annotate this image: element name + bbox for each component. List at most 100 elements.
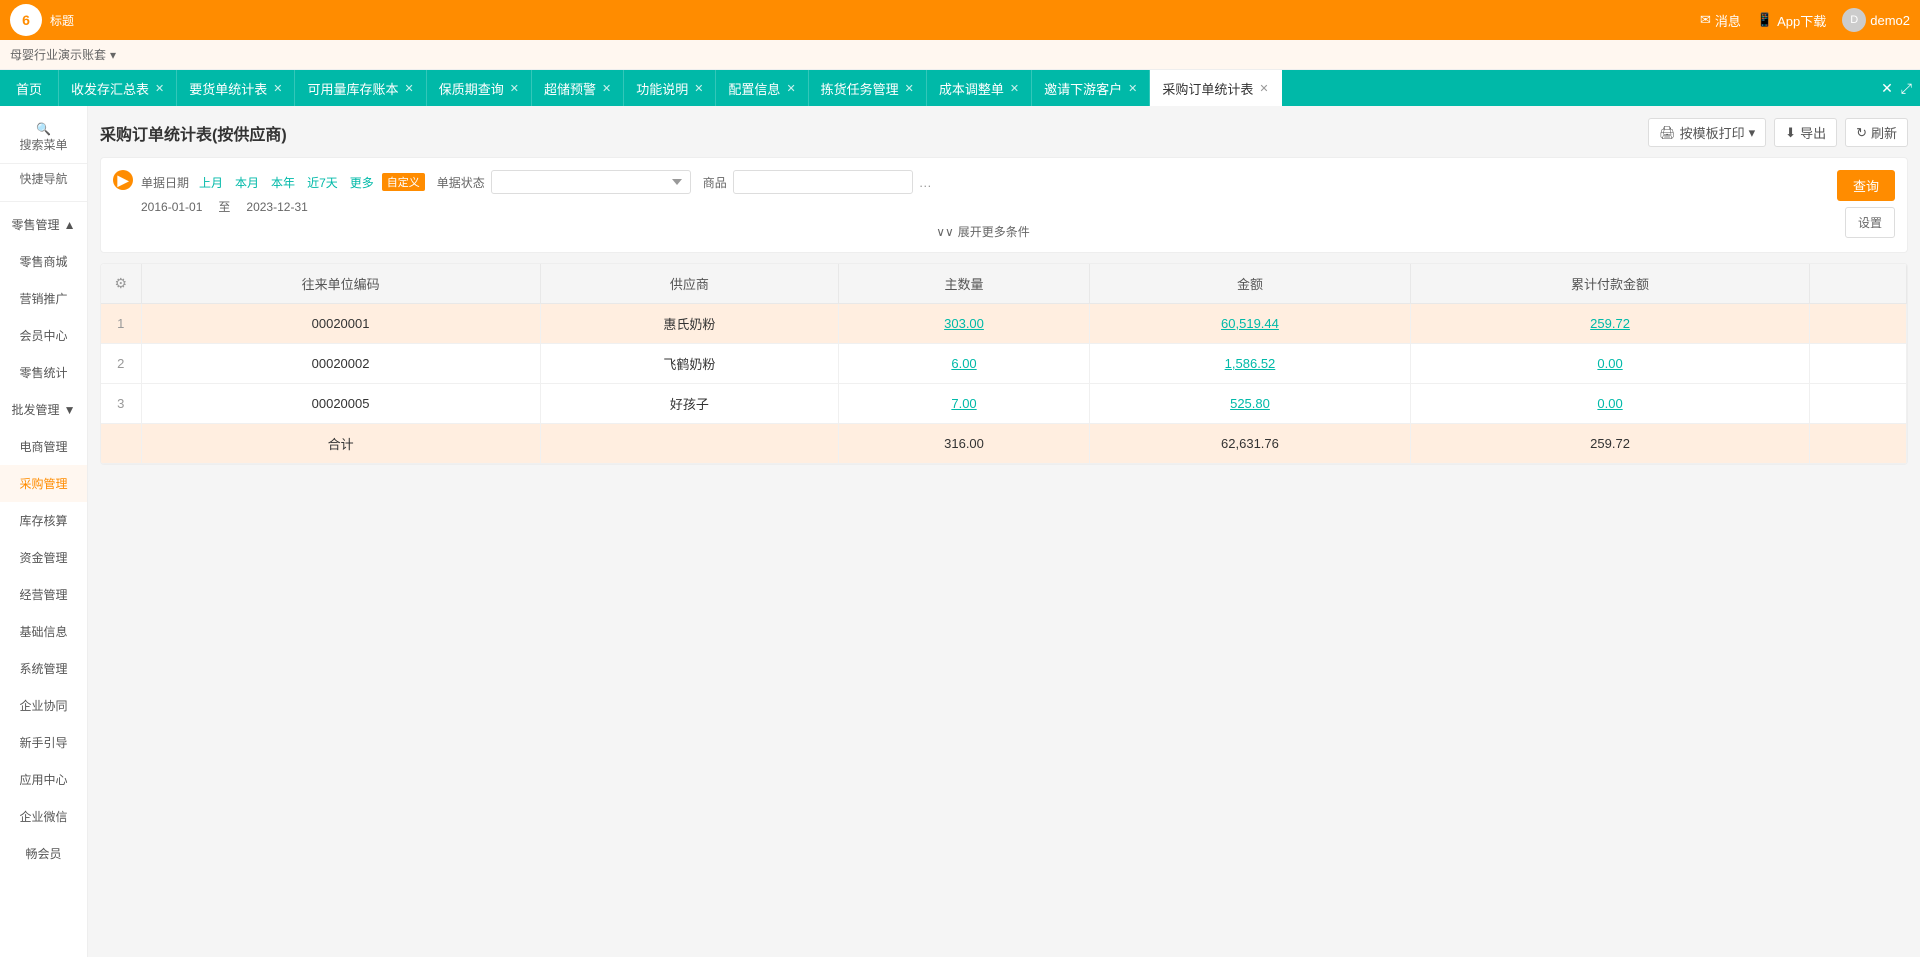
app-download-label: App下载 — [1777, 11, 1826, 30]
sidebar-item-newbie[interactable]: 新手引导 — [0, 724, 87, 761]
sidebar-operation-label: 经营管理 — [19, 588, 67, 602]
refresh-button[interactable]: ↻ 刷新 — [1845, 118, 1908, 147]
tab-shoufacun-close[interactable]: ✕ — [155, 82, 164, 95]
sidebar-item-app-center[interactable]: 应用中心 — [0, 761, 87, 798]
query-button[interactable]: 查询 — [1837, 170, 1895, 201]
sidebar-item-member[interactable]: 会员中心 — [0, 317, 87, 354]
tab-gongneng[interactable]: 功能说明 ✕ — [624, 70, 716, 106]
shortcut-this-year[interactable]: 本年 — [267, 172, 299, 193]
sidebar-item-retail-mall[interactable]: 零售商城 — [0, 243, 87, 280]
user-name: demo2 — [1870, 13, 1910, 28]
custom-badge[interactable]: 自定义 — [382, 173, 425, 191]
page-actions: 🖨 按模板打印 ▾ ⬇ 导出 ↻ 刷新 — [1648, 118, 1908, 147]
th-code: 往来单位编码 — [141, 264, 540, 304]
settings-button[interactable]: 设置 — [1845, 207, 1895, 238]
export-button[interactable]: ⬇ 导出 — [1774, 118, 1837, 147]
sidebar-basic-info-label: 基础信息 — [19, 625, 67, 639]
row-extra-3 — [1810, 384, 1907, 424]
nav-close-icon[interactable]: ✕ — [1881, 80, 1893, 97]
sidebar-member-label: 会员中心 — [19, 329, 67, 343]
table-footer-row: 合计 316.00 62,631.76 259.72 — [101, 424, 1907, 464]
message-icon: ✉ — [1700, 12, 1711, 28]
sidebar-item-retail-stat[interactable]: 零售统计 — [0, 354, 87, 391]
sidebar-item-retail-mgmt[interactable]: 零售管理 ▲ — [0, 206, 87, 243]
sidebar-item-wechat[interactable]: 企业微信 — [0, 798, 87, 835]
sidebar-wholesale-label: 批发管理 — [12, 401, 60, 418]
tab-baozhi-close[interactable]: ✕ — [510, 82, 519, 95]
sidebar-search[interactable]: 🔍 搜索菜单 — [0, 114, 87, 164]
filter-row-date-range: 2016-01-01 至 2023-12-31 — [141, 198, 1825, 215]
tab-keyongliang-close[interactable]: ✕ — [405, 82, 414, 95]
filter-status-item: 单据状态 — [437, 170, 691, 194]
filter-status-select[interactable] — [491, 170, 691, 194]
table-row[interactable]: 2 00020002 飞鹤奶粉 6.00 1,586.52 0.00 — [101, 344, 1907, 384]
sidebar-retail-stat-label: 零售统计 — [19, 366, 67, 380]
tab-jianhuo-label: 拣货任务管理 — [821, 79, 899, 98]
sidebar-retail-label: 零售管理 — [12, 216, 60, 233]
tab-chaochuyujing[interactable]: 超储预警 ✕ — [532, 70, 624, 106]
tab-jianhuo[interactable]: 拣货任务管理 ✕ — [809, 70, 927, 106]
tab-caigou-label: 采购订单统计表 — [1162, 79, 1253, 98]
table-row[interactable]: 1 00020001 惠氏奶粉 303.00 60,519.44 259.72 — [101, 304, 1907, 344]
message-btn[interactable]: ✉ 消息 — [1700, 11, 1741, 30]
shortcut-this-month[interactable]: 本月 — [231, 172, 263, 193]
sidebar-item-wholesale[interactable]: 批发管理 ▼ — [0, 391, 87, 428]
tab-yaohuo-close[interactable]: ✕ — [273, 82, 282, 95]
filter-goods-input[interactable] — [733, 170, 913, 194]
tab-peizhi[interactable]: 配置信息 ✕ — [716, 70, 808, 106]
row-qty-3[interactable]: 7.00 — [839, 384, 1090, 424]
date-separator: 至 — [218, 198, 230, 215]
sidebar-item-inventory[interactable]: 库存核算 — [0, 502, 87, 539]
sidebar-item-basic-info[interactable]: 基础信息 — [0, 613, 87, 650]
tab-caigou-active[interactable]: 采购订单统计表 ✕ — [1150, 70, 1281, 106]
row-qty-1[interactable]: 303.00 — [839, 304, 1090, 344]
tab-shoufacun[interactable]: 收发存汇总表 ✕ — [59, 70, 177, 106]
tab-yaohuo[interactable]: 要货单统计表 ✕ — [177, 70, 295, 106]
shortcut-last-month[interactable]: 上月 — [195, 172, 227, 193]
tab-baozhi[interactable]: 保质期查询 ✕ — [427, 70, 532, 106]
shortcut-7days[interactable]: 近7天 — [303, 172, 342, 193]
row-paid-2[interactable]: 0.00 — [1410, 344, 1809, 384]
sidebar-item-enterprise[interactable]: 企业协同 — [0, 687, 87, 724]
row-amount-1[interactable]: 60,519.44 — [1089, 304, 1410, 344]
tab-yaoqing-close[interactable]: ✕ — [1128, 82, 1137, 95]
tab-chengben[interactable]: 成本调整单 ✕ — [927, 70, 1032, 106]
row-paid-3[interactable]: 0.00 — [1410, 384, 1809, 424]
tab-chengben-close[interactable]: ✕ — [1010, 82, 1019, 95]
tab-jianhuo-close[interactable]: ✕ — [905, 82, 914, 95]
nav-expand-icon[interactable]: ⤢ — [1901, 80, 1912, 97]
row-amount-2[interactable]: 1,586.52 — [1089, 344, 1410, 384]
app-download-btn[interactable]: 📱 App下载 — [1757, 11, 1826, 30]
sidebar-item-operation[interactable]: 经营管理 — [0, 576, 87, 613]
sidebar-item-finance[interactable]: 资金管理 — [0, 539, 87, 576]
tab-chaochuyujing-close[interactable]: ✕ — [602, 82, 611, 95]
filter-toggle-btn[interactable]: ▶ — [113, 170, 133, 190]
row-qty-2[interactable]: 6.00 — [839, 344, 1090, 384]
page-title: 采购订单统计表(按供应商) — [100, 121, 287, 145]
tab-keyongliang[interactable]: 可用量库存账本 ✕ — [295, 70, 426, 106]
expand-more-btn[interactable]: ∨∨ 展开更多条件 — [141, 223, 1825, 240]
tab-gongneng-close[interactable]: ✕ — [694, 82, 703, 95]
sidebar-item-ecommerce[interactable]: 电商管理 — [0, 428, 87, 465]
row-amount-3[interactable]: 525.80 — [1089, 384, 1410, 424]
sidebar-item-member2[interactable]: 畅会员 — [0, 835, 87, 872]
filter-left: 单据日期 上月 本月 本年 近7天 更多 自定义 单据状态 — [141, 170, 1825, 240]
column-settings-icon[interactable]: ⚙ — [114, 275, 127, 291]
tab-peizhi-close[interactable]: ✕ — [786, 82, 795, 95]
tab-home[interactable]: 首页 — [0, 70, 59, 106]
workspace-select[interactable]: 母婴行业演示账套 ▾ — [10, 46, 116, 63]
sidebar-shortcut-nav[interactable]: 快捷导航 — [0, 164, 87, 197]
th-settings[interactable]: ⚙ — [101, 264, 141, 304]
user-avatar-btn[interactable]: D demo2 — [1842, 8, 1910, 32]
goods-more-icon[interactable]: … — [919, 175, 932, 190]
print-button[interactable]: 🖨 按模板打印 ▾ — [1648, 118, 1766, 147]
sidebar-item-marketing[interactable]: 营销推广 — [0, 280, 87, 317]
sidebar-item-sys-mgmt[interactable]: 系统管理 — [0, 650, 87, 687]
table-row[interactable]: 3 00020005 好孩子 7.00 525.80 0.00 — [101, 384, 1907, 424]
tab-yaoqing[interactable]: 邀请下游客户 ✕ — [1032, 70, 1150, 106]
shortcut-more[interactable]: 更多 — [346, 172, 378, 193]
sidebar-item-purchase[interactable]: 采购管理 — [0, 465, 87, 502]
tab-caigou-close[interactable]: ✕ — [1259, 82, 1268, 95]
tab-peizhi-label: 配置信息 — [728, 79, 780, 98]
row-paid-1[interactable]: 259.72 — [1410, 304, 1809, 344]
